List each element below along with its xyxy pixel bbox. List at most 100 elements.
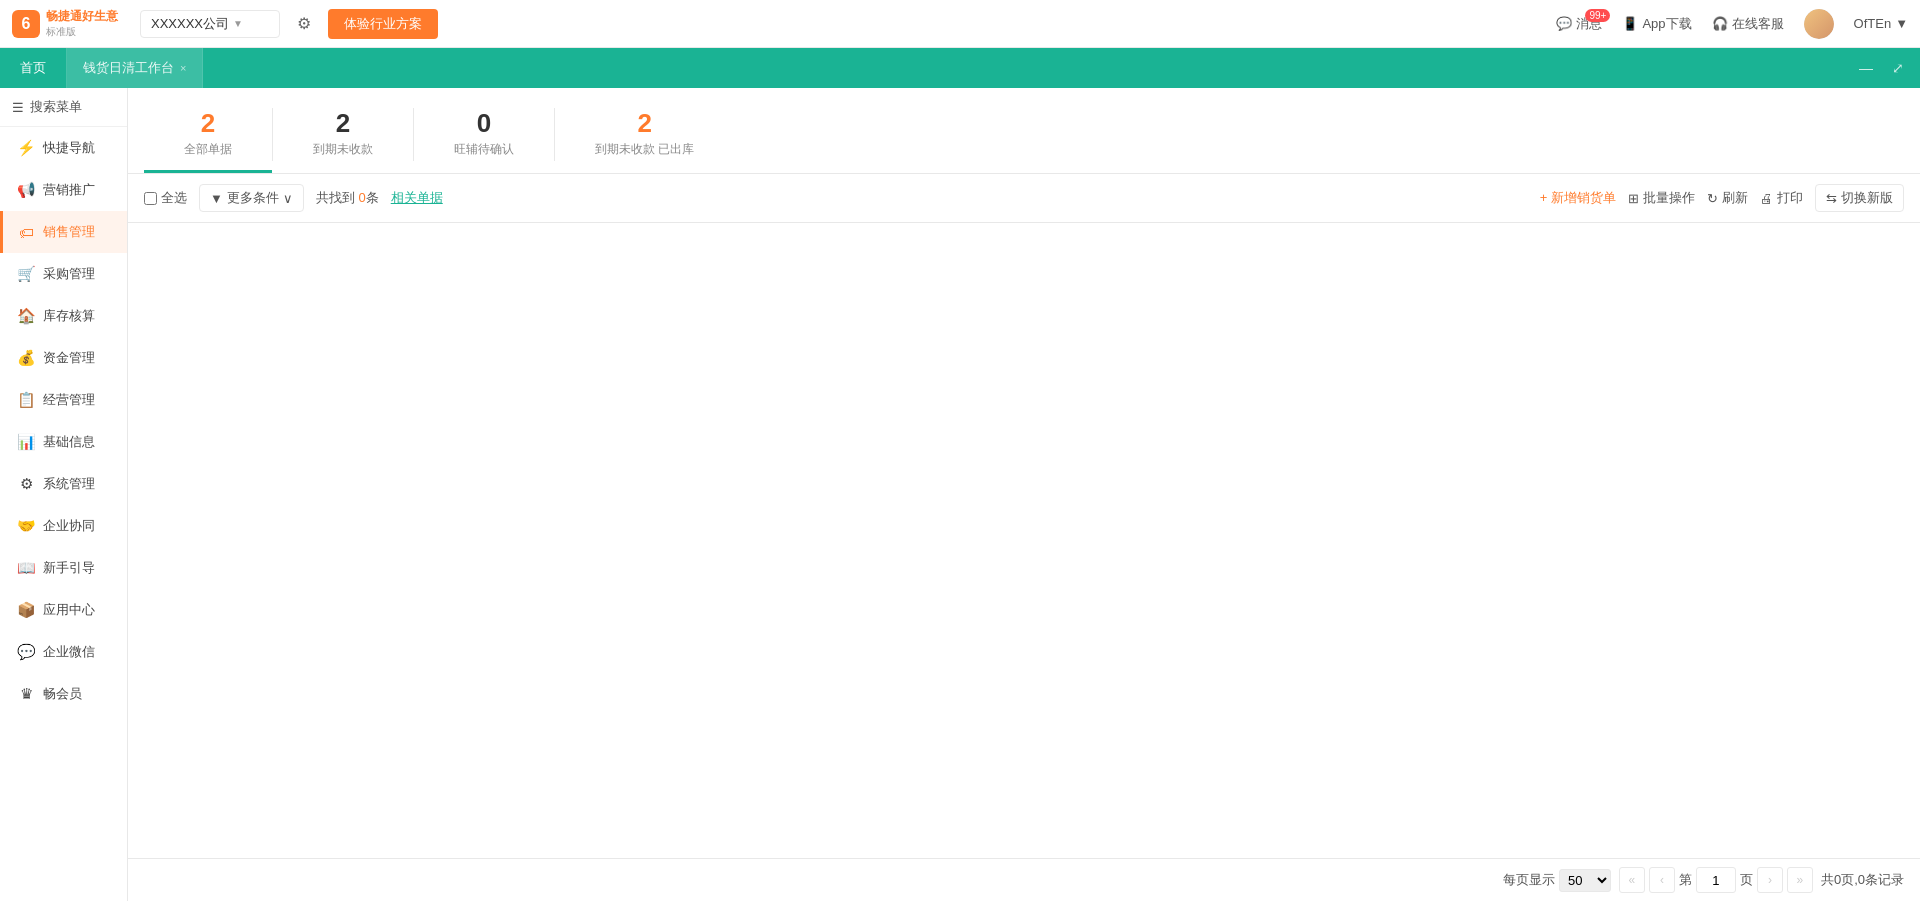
page-input[interactable] bbox=[1696, 867, 1736, 893]
pagination: 每页显示 10 20 50 100 « ‹ 第 页 › » 共0页,0条记录 bbox=[128, 858, 1920, 901]
page-label: 第 bbox=[1679, 871, 1692, 889]
sidebar-item-inventory[interactable]: 🏠 库存核算 bbox=[0, 295, 127, 337]
sidebar-item-guide[interactable]: 📖 新手引导 bbox=[0, 547, 127, 589]
stat-label-overdue: 到期未收款 bbox=[313, 141, 373, 158]
last-page-button[interactable]: » bbox=[1787, 867, 1813, 893]
guide-icon: 📖 bbox=[17, 559, 35, 577]
username-text: OfTEn bbox=[1854, 16, 1892, 31]
tab-expand-button[interactable]: ⤢ bbox=[1884, 54, 1912, 82]
search-icon: ☰ bbox=[12, 100, 24, 115]
finance-icon: 💰 bbox=[17, 349, 35, 367]
batch-operations-button[interactable]: ⊞ 批量操作 bbox=[1628, 189, 1695, 207]
toolbar: 全选 ▼ 更多条件 ∨ 共找到 0条 相关单据 + 新增销货单 ⊞ 批量操作 ↻… bbox=[128, 174, 1920, 223]
page-label-end: 页 bbox=[1740, 871, 1753, 889]
sidebar-item-label: 销售管理 bbox=[43, 223, 95, 241]
user-arrow-icon: ▼ bbox=[1895, 16, 1908, 31]
logo-sub: 标准版 bbox=[46, 25, 118, 38]
sidebar-item-cooperation[interactable]: 🤝 企业协同 bbox=[0, 505, 127, 547]
system-icon: ⚙ bbox=[17, 475, 35, 493]
stat-label-all: 全部单据 bbox=[184, 141, 232, 158]
company-selector[interactable]: XXXXXX公司 ▼ bbox=[140, 10, 280, 38]
quick-nav-icon: ⚡ bbox=[17, 139, 35, 157]
print-button[interactable]: 🖨 打印 bbox=[1760, 189, 1803, 207]
sidebar-item-system[interactable]: ⚙ 系统管理 bbox=[0, 463, 127, 505]
service-icon: 🎧 bbox=[1712, 16, 1728, 31]
print-icon: 🖨 bbox=[1760, 191, 1773, 206]
batch-label: 批量操作 bbox=[1643, 189, 1695, 207]
sidebar-item-apps[interactable]: 📦 应用中心 bbox=[0, 589, 127, 631]
stat-label-wangwang: 旺辅待确认 bbox=[454, 141, 514, 158]
settings-button[interactable]: ⚙ bbox=[288, 8, 320, 40]
stat-tab-wangwang[interactable]: 0 旺辅待确认 bbox=[414, 100, 554, 173]
found-count: 0 bbox=[359, 190, 366, 205]
per-page-label: 每页显示 bbox=[1503, 871, 1555, 889]
batch-icon: ⊞ bbox=[1628, 191, 1639, 206]
messages-button[interactable]: 💬 消息 99+ bbox=[1556, 15, 1602, 33]
refresh-icon: ↻ bbox=[1707, 191, 1718, 206]
sidebar-item-label: 应用中心 bbox=[43, 601, 95, 619]
download-icon: 📱 bbox=[1622, 16, 1638, 31]
marketing-icon: 📢 bbox=[17, 181, 35, 199]
per-page-select[interactable]: 每页显示 10 20 50 100 bbox=[1503, 869, 1611, 892]
filter-icon: ▼ bbox=[210, 191, 223, 206]
logo-main: 畅捷通好生意 bbox=[46, 9, 118, 25]
stat-tab-all[interactable]: 2 全部单据 bbox=[144, 100, 272, 173]
select-all-input[interactable] bbox=[144, 192, 157, 205]
experience-button[interactable]: 体验行业方案 bbox=[328, 9, 438, 39]
filter-button[interactable]: ▼ 更多条件 ∨ bbox=[199, 184, 304, 212]
sidebar-item-label: 企业协同 bbox=[43, 517, 95, 535]
table-area bbox=[128, 223, 1920, 858]
switch-icon: ⇆ bbox=[1826, 191, 1837, 206]
stat-tab-shipped[interactable]: 2 到期未收款 已出库 bbox=[555, 100, 734, 173]
per-page-dropdown[interactable]: 10 20 50 100 bbox=[1559, 869, 1611, 892]
related-link[interactable]: 相关单据 bbox=[391, 189, 443, 207]
member-icon: ♛ bbox=[17, 685, 35, 703]
company-arrow-icon: ▼ bbox=[233, 18, 243, 29]
found-unit: 条 bbox=[366, 190, 379, 205]
tab-close-icon[interactable]: × bbox=[180, 62, 186, 74]
sidebar-item-quick-nav[interactable]: ⚡ 快捷导航 bbox=[0, 127, 127, 169]
tab-active-label: 钱货日清工作台 bbox=[83, 59, 174, 77]
sidebar-item-marketing[interactable]: 📢 营销推广 bbox=[0, 169, 127, 211]
switch-version-button[interactable]: ⇆ 切换新版 bbox=[1815, 184, 1904, 212]
stat-num-all: 2 bbox=[201, 108, 215, 139]
sidebar-item-finance[interactable]: 💰 资金管理 bbox=[0, 337, 127, 379]
sidebar-item-member[interactable]: ♛ 畅会员 bbox=[0, 673, 127, 715]
next-page-button[interactable]: › bbox=[1757, 867, 1783, 893]
app-download-label: App下载 bbox=[1642, 15, 1691, 33]
sidebar-item-operations[interactable]: 📋 经营管理 bbox=[0, 379, 127, 421]
online-service-label: 在线客服 bbox=[1732, 15, 1784, 33]
add-sales-order-button[interactable]: + 新增销货单 bbox=[1540, 189, 1616, 207]
apps-icon: 📦 bbox=[17, 601, 35, 619]
first-page-button[interactable]: « bbox=[1619, 867, 1645, 893]
stats-tabs: 2 全部单据 2 到期未收款 0 旺辅待确认 2 到期未收款 已出库 bbox=[128, 88, 1920, 174]
username-display[interactable]: OfTEn ▼ bbox=[1854, 16, 1908, 31]
select-all-label: 全选 bbox=[161, 189, 187, 207]
cooperation-icon: 🤝 bbox=[17, 517, 35, 535]
online-service-button[interactable]: 🎧 在线客服 bbox=[1712, 15, 1784, 33]
content-area: 2 全部单据 2 到期未收款 0 旺辅待确认 2 到期未收款 已出库 bbox=[128, 88, 1920, 901]
avatar[interactable] bbox=[1804, 9, 1834, 39]
filter-label: 更多条件 bbox=[227, 189, 279, 207]
sidebar-item-base-info[interactable]: 📊 基础信息 bbox=[0, 421, 127, 463]
found-text: 共找到 0条 bbox=[316, 189, 379, 207]
refresh-button[interactable]: ↻ 刷新 bbox=[1707, 189, 1748, 207]
app-download-button[interactable]: 📱 App下载 bbox=[1622, 15, 1691, 33]
sidebar-item-label: 经营管理 bbox=[43, 391, 95, 409]
search-menu-button[interactable]: ☰ 搜索菜单 bbox=[0, 88, 127, 127]
select-all-checkbox[interactable]: 全选 bbox=[144, 189, 187, 207]
message-badge: 99+ bbox=[1585, 9, 1610, 22]
stat-tab-overdue[interactable]: 2 到期未收款 bbox=[273, 100, 413, 173]
sidebar-item-label: 库存核算 bbox=[43, 307, 95, 325]
sidebar-item-label: 企业微信 bbox=[43, 643, 95, 661]
prev-page-button[interactable]: ‹ bbox=[1649, 867, 1675, 893]
tab-home[interactable]: 首页 bbox=[0, 48, 67, 88]
stat-label-shipped: 到期未收款 已出库 bbox=[595, 141, 694, 158]
filter-arrow-icon: ∨ bbox=[283, 191, 293, 206]
tab-collapse-button[interactable]: — bbox=[1852, 54, 1880, 82]
sidebar-item-wechat[interactable]: 💬 企业微信 bbox=[0, 631, 127, 673]
sidebar-item-purchase[interactable]: 🛒 采购管理 bbox=[0, 253, 127, 295]
sidebar-item-sales[interactable]: 🏷 销售管理 bbox=[0, 211, 127, 253]
tab-active[interactable]: 钱货日清工作台 × bbox=[67, 48, 203, 88]
main-layout: ☰ 搜索菜单 ⚡ 快捷导航 📢 营销推广 🏷 销售管理 🛒 采购管理 🏠 库存核… bbox=[0, 88, 1920, 901]
